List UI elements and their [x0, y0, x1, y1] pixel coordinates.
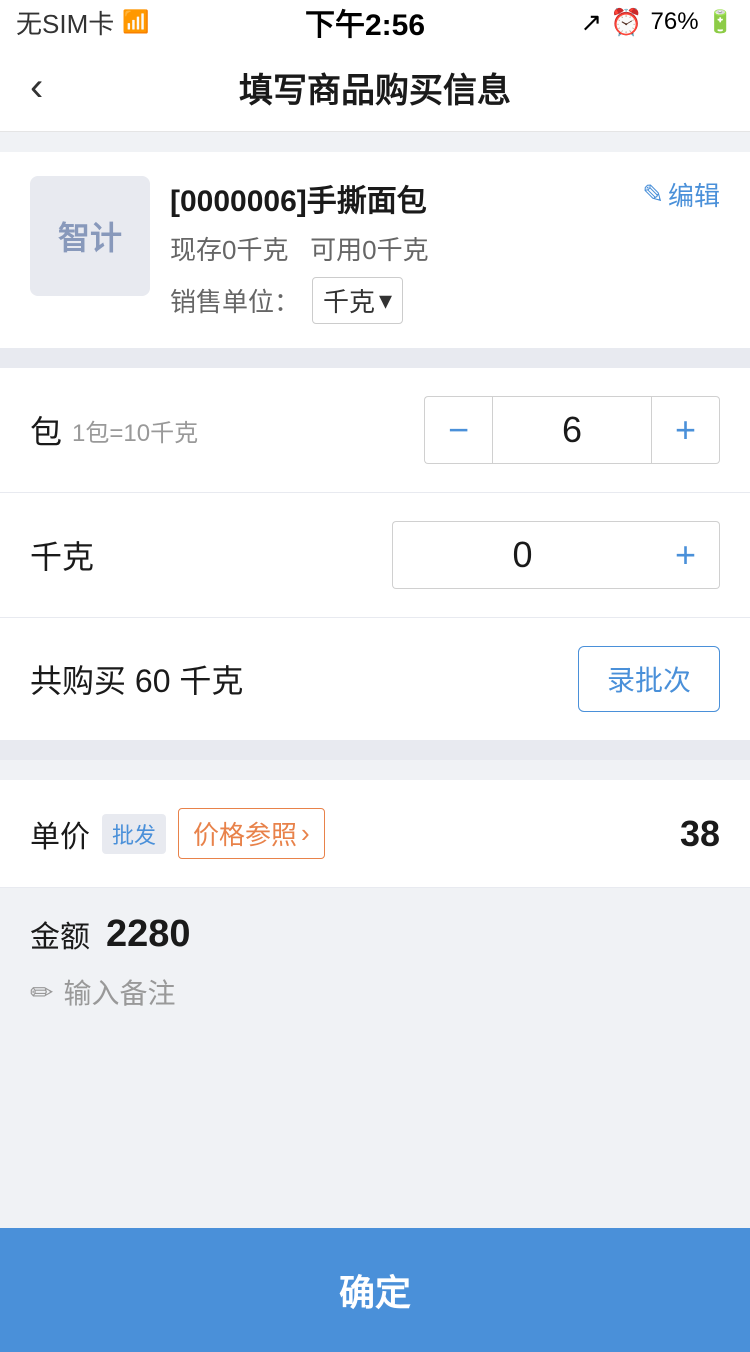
status-bar: 无SIM卡 📶 下午2:56 ↗ ⏰ 76% 🔋 [0, 0, 750, 44]
nav-bar: ‹ 填写商品购买信息 [0, 44, 750, 132]
unit-label: 销售单位： [170, 282, 300, 319]
input-section: 包 1包=10千克 − + 千克 + 共购买 60 千克 录批次 [0, 368, 750, 740]
empty-space [0, 1028, 750, 1228]
price-value: 38 [680, 813, 720, 855]
ref-arrow-icon: › [301, 818, 310, 849]
bag-input-row: 包 1包=10千克 − + [0, 368, 750, 493]
status-time: 下午2:56 [305, 0, 425, 44]
bag-label: 包 [30, 407, 62, 453]
back-button[interactable]: ‹ [30, 65, 90, 110]
section-separator-2 [0, 740, 750, 760]
amount-section: 金额 2280 ✏ 输入备注 [0, 888, 750, 1028]
unit-select[interactable]: 千克 ▾ [312, 277, 403, 324]
kg-controls: + [392, 521, 720, 589]
remark-placeholder: 输入备注 [63, 972, 175, 1012]
record-batch-button[interactable]: 录批次 [578, 646, 720, 712]
bag-plus-button[interactable]: + [652, 396, 720, 464]
status-right: ↗ ⏰ 76% 🔋 [580, 7, 734, 38]
price-ref-button[interactable]: 价格参照 › [178, 808, 325, 859]
battery-text: 76% [651, 8, 699, 36]
remark-icon: ✏ [30, 976, 53, 1009]
remark-row[interactable]: ✏ 输入备注 [30, 972, 720, 1012]
product-name: [0000006]手撕面包 [170, 176, 720, 220]
wifi-icon: 📶 [122, 9, 149, 35]
total-row: 共购买 60 千克 录批次 [0, 618, 750, 740]
edit-icon: ✎ [642, 179, 664, 210]
total-label: 共购买 60 千克 [30, 656, 243, 702]
kg-input-row: 千克 + [0, 493, 750, 618]
product-unit-row: 销售单位： 千克 ▾ [170, 277, 720, 324]
product-logo: 智计 [58, 213, 122, 259]
signal-text: 无SIM卡 [16, 4, 114, 41]
kg-label: 千克 [30, 532, 94, 578]
amount-label: 金额 [30, 912, 90, 956]
page-title: 填写商品购买信息 [239, 63, 511, 112]
product-stock: 现存0千克 可用0千克 [170, 230, 720, 267]
alarm-icon: ⏰ [610, 7, 642, 38]
amount-row: 金额 2280 [30, 912, 720, 956]
price-label: 单价 [30, 812, 90, 856]
price-tag: 批发 [102, 814, 166, 854]
product-info: [0000006]手撕面包 现存0千克 可用0千克 销售单位： 千克 ▾ [170, 176, 720, 324]
confirm-button[interactable]: 确定 [0, 1228, 750, 1352]
product-card: 智计 [0000006]手撕面包 现存0千克 可用0千克 销售单位： 千克 ▾ … [0, 152, 750, 348]
battery-icon: 🔋 [707, 9, 734, 35]
section-separator-1 [0, 348, 750, 368]
kg-value-input[interactable] [392, 521, 652, 589]
kg-plus-button[interactable]: + [652, 521, 720, 589]
bag-value-input[interactable] [492, 396, 652, 464]
status-signal: 无SIM卡 📶 [16, 4, 150, 41]
price-section: 单价 批发 价格参照 › 38 [0, 780, 750, 888]
bag-sublabel: 1包=10千克 [72, 413, 424, 448]
bag-controls: − + [424, 396, 720, 464]
price-row: 单价 批发 价格参照 › 38 [0, 780, 750, 888]
edit-button[interactable]: ✎ 编辑 [642, 176, 720, 213]
product-image: 智计 [30, 176, 150, 296]
amount-value: 2280 [106, 913, 191, 956]
bag-minus-button[interactable]: − [424, 396, 492, 464]
location-icon: ↗ [580, 7, 602, 38]
